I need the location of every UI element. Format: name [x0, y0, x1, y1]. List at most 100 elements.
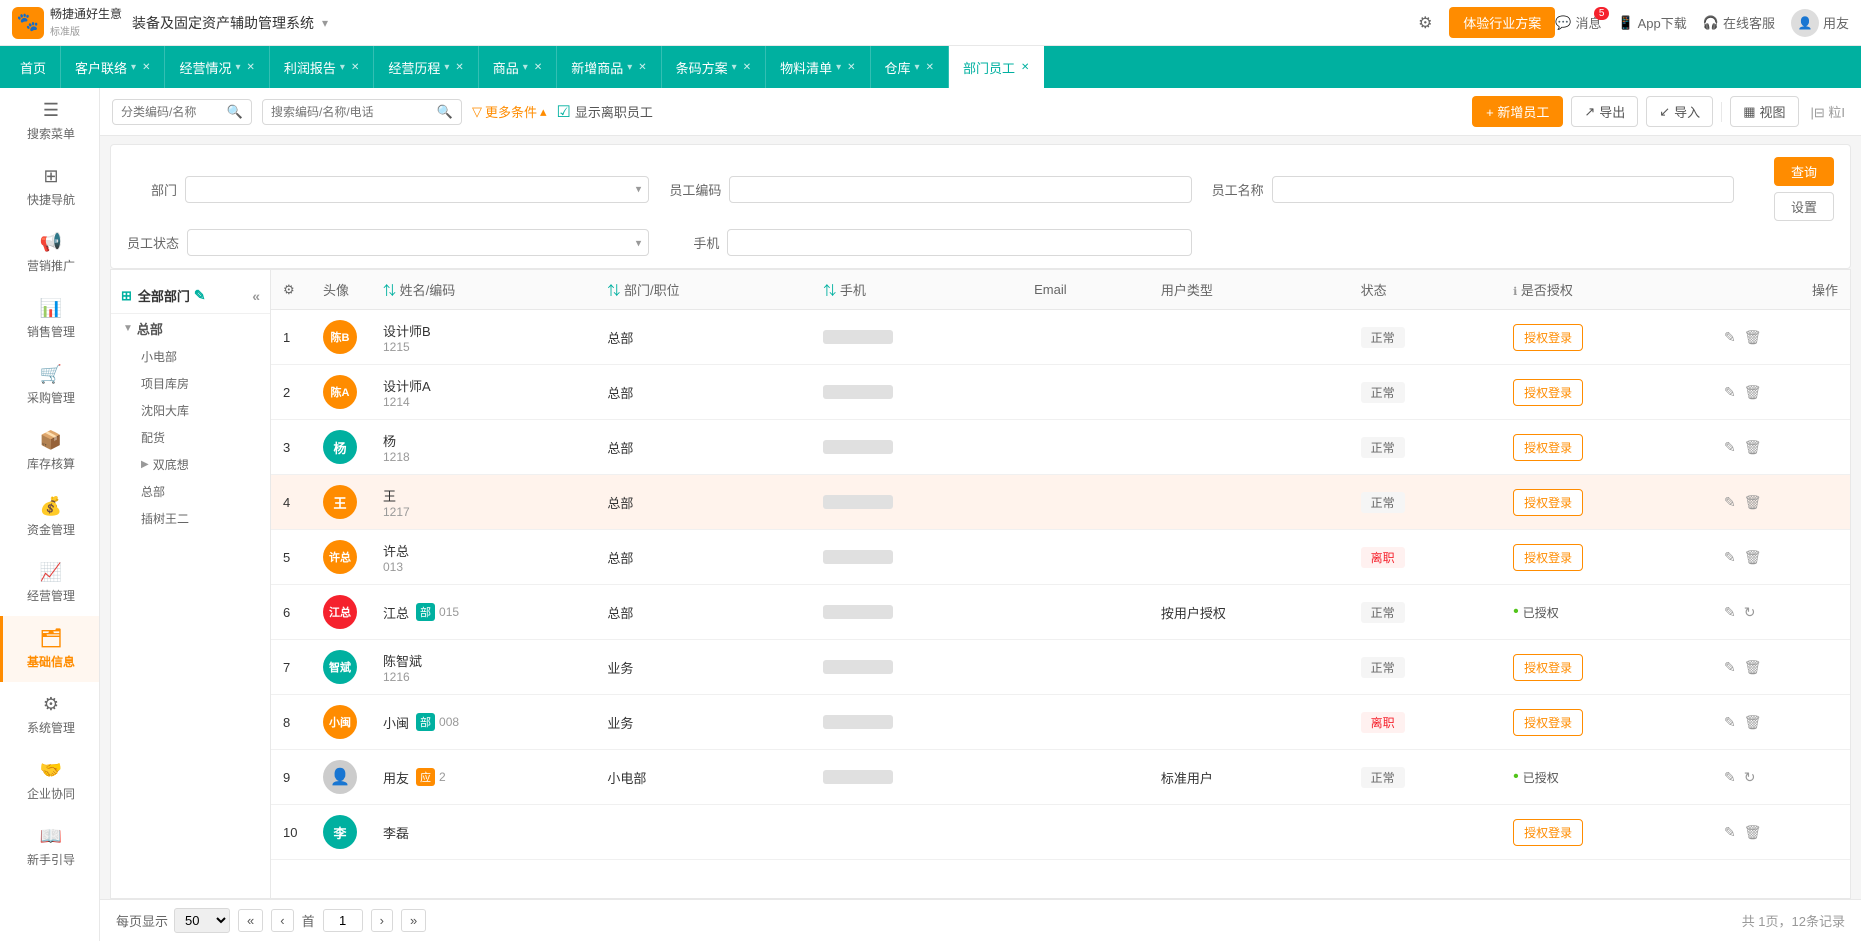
auth-btn-4[interactable]: 授权登录 — [1513, 489, 1583, 516]
dept-search-box[interactable]: 🔍 — [112, 99, 252, 125]
delete-icon-7[interactable]: 🗑 — [1744, 659, 1762, 676]
nav-tab-barcode[interactable]: 条码方案 ▾ ✕ — [662, 46, 766, 88]
edit-icon-8[interactable]: ✎ — [1724, 714, 1736, 731]
gear-button[interactable]: ⚙ — [1411, 9, 1439, 37]
delete-icon-10[interactable]: 🗑 — [1744, 824, 1762, 841]
dept-node-zongbu[interactable]: 总部 — [111, 478, 270, 505]
filter-empname-input[interactable] — [1272, 176, 1734, 203]
sidebar-item-sales[interactable]: 📊 销售管理 — [0, 286, 99, 352]
filter-empcode-input[interactable] — [729, 176, 1191, 203]
th-dept-position[interactable]: ⇅ 部门/职位 — [595, 270, 811, 310]
nav-tab-new-goods-close[interactable]: ✕ — [638, 62, 646, 73]
delete-icon-3[interactable]: 🗑 — [1744, 439, 1762, 456]
nav-tab-warehouse-close[interactable]: ✕ — [926, 62, 934, 73]
sidebar-item-management[interactable]: 📈 经营管理 — [0, 550, 99, 616]
user-button[interactable]: 👤 用友 — [1791, 9, 1849, 37]
nav-tab-employee[interactable]: 部门员工 ✕ — [949, 46, 1044, 88]
online-service-button[interactable]: 🎧 在线客服 — [1703, 13, 1775, 32]
sidebar-item-basicinfo[interactable]: 🗂 基础信息 — [0, 616, 99, 682]
more-conditions-btn[interactable]: ▽ 更多条件 ▴ — [472, 102, 547, 121]
nav-tab-barcode-close[interactable]: ✕ — [743, 62, 751, 73]
nav-tab-profit-close[interactable]: ✕ — [351, 62, 359, 73]
show-resigned-toggle[interactable]: ☑ 显示离职员工 — [557, 102, 653, 122]
nav-tab-history-close[interactable]: ✕ — [455, 62, 463, 73]
app-download-button[interactable]: 📱 App下载 — [1617, 13, 1686, 32]
auth-btn-3[interactable]: 授权登录 — [1513, 434, 1583, 461]
prev-page-button[interactable]: ‹ — [271, 909, 293, 932]
filter-dept-select[interactable]: 总部 小电部 业务 — [185, 176, 649, 203]
th-name-code[interactable]: ⇅ 姓名/编码 — [371, 270, 595, 310]
filter-status-select[interactable]: 正常 离职 — [187, 229, 649, 256]
last-page-button[interactable]: » — [401, 909, 426, 932]
th-settings[interactable]: ⚙ — [271, 270, 311, 310]
trial-button[interactable]: 体验行业方案 — [1449, 7, 1555, 38]
sidebar-item-system[interactable]: ⚙ 系统管理 — [0, 682, 99, 748]
query-button[interactable]: 查询 — [1774, 157, 1834, 186]
auth-btn-2[interactable]: 授权登录 — [1513, 379, 1583, 406]
main-search-box[interactable]: 🔍 — [262, 99, 462, 125]
nav-tab-goods-close[interactable]: ✕ — [534, 62, 542, 73]
nav-tab-goods[interactable]: 商品 ▾ ✕ — [479, 46, 557, 88]
view-button[interactable]: ▦ 视图 — [1730, 96, 1798, 127]
nav-tab-home[interactable]: 首页 — [6, 46, 61, 88]
system-dropdown-arrow[interactable]: ▾ — [322, 16, 328, 30]
set-button[interactable]: 设置 — [1774, 192, 1834, 221]
edit-icon-4[interactable]: ✎ — [1724, 494, 1736, 511]
first-page-button[interactable]: « — [238, 909, 263, 932]
edit-icon-5[interactable]: ✎ — [1724, 549, 1736, 566]
nav-tab-bom[interactable]: 物料清单 ▾ ✕ — [766, 46, 870, 88]
edit-icon-1[interactable]: ✎ — [1724, 329, 1736, 346]
page-number-input[interactable] — [323, 909, 363, 932]
edit-icon-10[interactable]: ✎ — [1724, 824, 1736, 841]
add-employee-button[interactable]: + 新增员工 — [1472, 96, 1563, 127]
delete-icon-8[interactable]: 🗑 — [1744, 714, 1762, 731]
dept-node-peihuo[interactable]: 配货 — [111, 424, 270, 451]
delete-icon-1[interactable]: 🗑 — [1744, 329, 1762, 346]
nav-tab-customer[interactable]: 客户联络 ▾ ✕ — [61, 46, 165, 88]
import-button[interactable]: ↙ 导入 — [1646, 96, 1713, 127]
edit-icon-6[interactable]: ✎ — [1724, 604, 1736, 621]
dept-node-chashuwang[interactable]: 插树王二 — [111, 505, 270, 532]
sidebar-item-marketing[interactable]: 📢 营销推广 — [0, 220, 99, 286]
next-page-button[interactable]: › — [371, 909, 393, 932]
dept-search-input[interactable] — [121, 105, 223, 119]
sidebar-item-search[interactable]: ☰ 搜索菜单 — [0, 88, 99, 154]
edit-icon-9[interactable]: ✎ — [1724, 769, 1736, 786]
nav-tab-profit[interactable]: 利润报告 ▾ ✕ — [270, 46, 374, 88]
sidebar-item-finance[interactable]: 💰 资金管理 — [0, 484, 99, 550]
auth-btn-1[interactable]: 授权登录 — [1513, 324, 1583, 351]
refresh-icon-9[interactable]: ↻ — [1744, 769, 1756, 786]
nav-tab-situation-close[interactable]: ✕ — [247, 62, 255, 73]
delete-icon-2[interactable]: 🗑 — [1744, 384, 1762, 401]
filter-phone-input[interactable] — [727, 229, 1191, 256]
auth-btn-10[interactable]: 授权登录 — [1513, 819, 1583, 846]
nav-tab-situation[interactable]: 经营情况 ▾ ✕ — [165, 46, 269, 88]
sidebar-item-quicknav[interactable]: ⊞ 快捷导航 — [0, 154, 99, 220]
per-page-select[interactable]: 50 20 100 — [174, 908, 230, 933]
nav-tab-bom-close[interactable]: ✕ — [847, 62, 855, 73]
main-search-input[interactable] — [271, 105, 433, 119]
export-button[interactable]: ↗ 导出 — [1571, 96, 1638, 127]
sidebar-item-purchase[interactable]: 🛒 采购管理 — [0, 352, 99, 418]
sidebar-item-collab[interactable]: 🤝 企业协同 — [0, 748, 99, 814]
delete-icon-5[interactable]: 🗑 — [1744, 549, 1762, 566]
dept-node-shuangdixiang[interactable]: ▶ 双底想 — [111, 451, 270, 478]
dept-node-project[interactable]: 项目库房 — [111, 370, 270, 397]
edit-icon-7[interactable]: ✎ — [1724, 659, 1736, 676]
dept-edit-icon[interactable]: ✎ — [194, 287, 206, 304]
delete-icon-4[interactable]: 🗑 — [1744, 494, 1762, 511]
nav-tab-new-goods[interactable]: 新增商品 ▾ ✕ — [557, 46, 661, 88]
more-options-btn[interactable]: |⊟ 粒I — [1807, 102, 1850, 121]
auth-btn-8[interactable]: 授权登录 — [1513, 709, 1583, 736]
refresh-icon-6[interactable]: ↻ — [1744, 604, 1756, 621]
dept-node-root[interactable]: ▼ 总部 — [111, 314, 270, 343]
dept-collapse-icon[interactable]: « — [252, 288, 260, 304]
dept-header[interactable]: ⊞ 全部部门 ✎ « — [111, 278, 270, 314]
nav-tab-customer-close[interactable]: ✕ — [142, 62, 150, 73]
sidebar-item-inventory[interactable]: 📦 库存核算 — [0, 418, 99, 484]
sidebar-item-guide[interactable]: 📖 新手引导 — [0, 814, 99, 880]
th-phone[interactable]: ⇅ 手机 — [811, 270, 1022, 310]
dept-node-shenyang[interactable]: 沈阳大库 — [111, 397, 270, 424]
auth-btn-5[interactable]: 授权登录 — [1513, 544, 1583, 571]
edit-icon-3[interactable]: ✎ — [1724, 439, 1736, 456]
